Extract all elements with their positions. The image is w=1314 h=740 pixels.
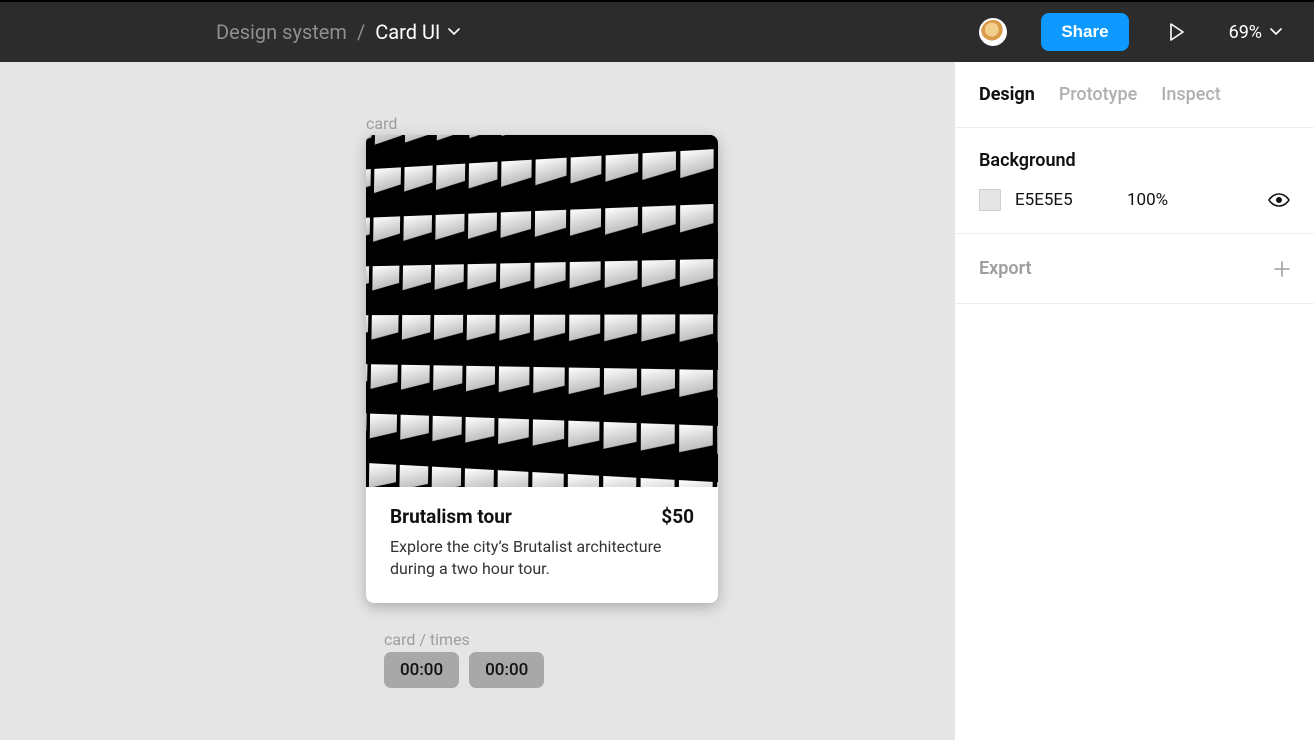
time-chip: 00:00 xyxy=(469,652,544,688)
card-image xyxy=(366,135,718,487)
zoom-selector[interactable]: 69% xyxy=(1229,22,1290,43)
avatar[interactable] xyxy=(979,18,1007,46)
frame-label-times[interactable]: card / times xyxy=(384,630,470,649)
canvas[interactable]: card Brutalism tour $50 Explore the city… xyxy=(0,62,954,740)
chevron-down-icon xyxy=(448,28,460,36)
export-label: Export xyxy=(979,258,1032,279)
card-price: $50 xyxy=(661,505,694,528)
breadcrumb: Design system / Card UI xyxy=(216,20,460,44)
card-body: Brutalism tour $50 Explore the city’s Br… xyxy=(366,487,718,603)
zoom-value: 69% xyxy=(1229,22,1262,43)
tab-prototype[interactable]: Prototype xyxy=(1059,84,1137,105)
breadcrumb-separator: / xyxy=(357,20,365,44)
present-button[interactable] xyxy=(1169,23,1185,41)
topbar: Design system / Card UI Share 69% xyxy=(0,0,1314,62)
visibility-toggle[interactable] xyxy=(1268,192,1290,208)
eye-icon xyxy=(1268,192,1290,208)
share-button[interactable]: Share xyxy=(1041,13,1128,51)
play-icon xyxy=(1169,23,1185,41)
main: card Brutalism tour $50 Explore the city… xyxy=(0,62,1314,740)
sidebar-tabs: Design Prototype Inspect xyxy=(955,62,1314,128)
background-hex[interactable]: E5E5E5 xyxy=(1015,190,1087,210)
tab-design[interactable]: Design xyxy=(979,84,1035,105)
background-opacity[interactable]: 100% xyxy=(1127,190,1183,210)
page-selector[interactable]: Card UI xyxy=(375,20,460,44)
card-description: Explore the city’s Brutalist architectur… xyxy=(390,536,694,579)
tab-inspect[interactable]: Inspect xyxy=(1161,84,1221,105)
background-title: Background xyxy=(979,150,1290,171)
time-chip: 00:00 xyxy=(384,652,459,688)
export-panel[interactable]: Export xyxy=(955,234,1314,304)
breadcrumb-page: Card UI xyxy=(375,20,440,44)
times-frame[interactable]: 00:00 00:00 xyxy=(384,652,544,688)
properties-sidebar: Design Prototype Inspect Background E5E5… xyxy=(954,62,1314,740)
chevron-down-icon xyxy=(1270,28,1282,36)
card-title: Brutalism tour xyxy=(390,505,512,528)
background-panel: Background E5E5E5 100% xyxy=(955,128,1314,234)
frame-label-card[interactable]: card xyxy=(366,114,397,133)
color-swatch[interactable] xyxy=(979,189,1001,211)
card-frame[interactable]: Brutalism tour $50 Explore the city’s Br… xyxy=(366,135,718,603)
plus-icon xyxy=(1274,261,1290,277)
add-export-button[interactable] xyxy=(1274,261,1290,277)
breadcrumb-project[interactable]: Design system xyxy=(216,20,347,44)
background-row[interactable]: E5E5E5 100% xyxy=(979,189,1290,211)
